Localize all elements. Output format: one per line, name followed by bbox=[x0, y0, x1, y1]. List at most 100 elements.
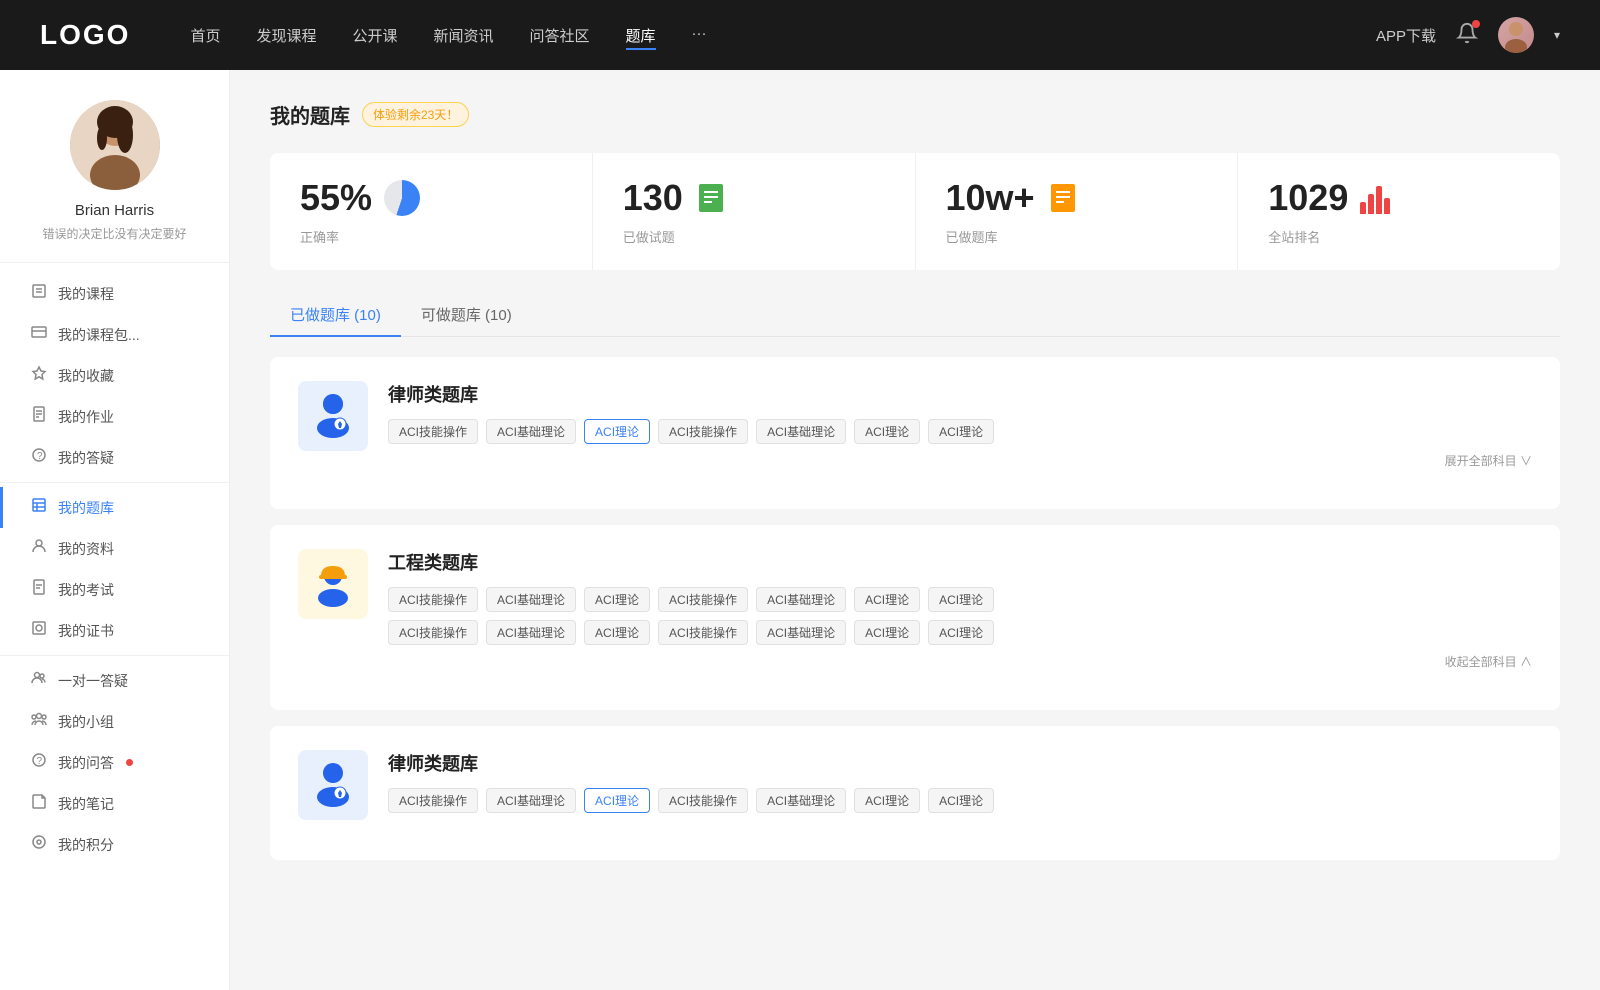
sidebar-item-certificate[interactable]: 我的证书 bbox=[0, 610, 229, 651]
qbank-card-1-body: 律师类题库 ACI技能操作 ACI基础理论 ACI理论 ACI技能操作 ACI基… bbox=[388, 381, 1532, 469]
tag-2-7[interactable]: ACI理论 bbox=[928, 587, 994, 612]
tag-3-2[interactable]: ACI基础理论 bbox=[486, 788, 576, 813]
tag-2-1[interactable]: ACI技能操作 bbox=[388, 587, 478, 612]
homework-icon bbox=[30, 406, 48, 427]
nav-qa[interactable]: 问答社区 bbox=[530, 21, 590, 50]
tag-1-2[interactable]: ACI基础理论 bbox=[486, 419, 576, 444]
qbank-card-1-icon bbox=[298, 381, 368, 451]
bar-chart-icon bbox=[1360, 182, 1390, 214]
tag-2-14[interactable]: ACI理论 bbox=[928, 620, 994, 645]
qbank-tabs: 已做题库 (10) 可做题库 (10) bbox=[270, 294, 1560, 337]
sidebar-qbank-label: 我的题库 bbox=[58, 498, 114, 518]
stat-questions-done: 130 已做试题 bbox=[593, 153, 916, 270]
qa-icon: ? bbox=[30, 447, 48, 468]
lawyer-person-icon-2 bbox=[307, 759, 359, 811]
sidebar-motto: 错误的决定比没有决定要好 bbox=[20, 225, 209, 242]
sidebar-item-course-package[interactable]: 我的课程包... bbox=[0, 314, 229, 355]
tab-available[interactable]: 可做题库 (10) bbox=[401, 294, 532, 337]
sidebar-points-label: 我的积分 bbox=[58, 835, 114, 855]
notification-bell[interactable] bbox=[1456, 22, 1478, 48]
tag-3-5[interactable]: ACI基础理论 bbox=[756, 788, 846, 813]
tag-2-3[interactable]: ACI理论 bbox=[584, 587, 650, 612]
sidebar-item-homework[interactable]: 我的作业 bbox=[0, 396, 229, 437]
tag-1-7[interactable]: ACI理论 bbox=[928, 419, 994, 444]
tag-2-2[interactable]: ACI基础理论 bbox=[486, 587, 576, 612]
qbank-card-2-tags-row1: ACI技能操作 ACI基础理论 ACI理论 ACI技能操作 ACI基础理论 AC… bbox=[388, 587, 1532, 612]
tag-2-6[interactable]: ACI理论 bbox=[854, 587, 920, 612]
sidebar-profile: Brian Harris 错误的决定比没有决定要好 bbox=[0, 100, 229, 263]
sidebar-item-groups[interactable]: 我的小组 bbox=[0, 701, 229, 742]
tag-2-11[interactable]: ACI技能操作 bbox=[658, 620, 748, 645]
sidebar-profile-label: 我的资料 bbox=[58, 539, 114, 559]
tag-3-7[interactable]: ACI理论 bbox=[928, 788, 994, 813]
sidebar-item-favorites[interactable]: 我的收藏 bbox=[0, 355, 229, 396]
notes-green-icon bbox=[695, 182, 727, 214]
sidebar-groups-label: 我的小组 bbox=[58, 712, 114, 732]
qbank-card-lawyer-2: 律师类题库 ACI技能操作 ACI基础理论 ACI理论 ACI技能操作 ACI基… bbox=[270, 726, 1560, 860]
tag-1-1[interactable]: ACI技能操作 bbox=[388, 419, 478, 444]
logo[interactable]: LOGO bbox=[40, 19, 130, 51]
tag-3-3[interactable]: ACI理论 bbox=[584, 788, 650, 813]
tag-2-13[interactable]: ACI理论 bbox=[854, 620, 920, 645]
sidebar-my-qa-label: 我的问答 bbox=[58, 753, 114, 773]
my-qa-badge bbox=[126, 759, 133, 766]
tag-2-9[interactable]: ACI基础理论 bbox=[486, 620, 576, 645]
sidebar-item-profile[interactable]: 我的资料 bbox=[0, 528, 229, 569]
stat-questions-label: 已做试题 bbox=[623, 227, 885, 246]
sidebar-item-qa[interactable]: ? 我的答疑 bbox=[0, 437, 229, 478]
collapse-btn-2[interactable]: 收起全部科目 ∧ bbox=[388, 653, 1532, 670]
stat-banks-done: 10w+ 已做题库 bbox=[916, 153, 1239, 270]
tag-2-4[interactable]: ACI技能操作 bbox=[658, 587, 748, 612]
tag-1-6[interactable]: ACI理论 bbox=[854, 419, 920, 444]
tag-2-12[interactable]: ACI基础理论 bbox=[756, 620, 846, 645]
sidebar-item-1on1[interactable]: 一对一答疑 bbox=[0, 660, 229, 701]
nav-discover[interactable]: 发现课程 bbox=[256, 21, 316, 50]
qbank-card-1-title: 律师类题库 bbox=[388, 381, 1532, 407]
tag-2-10[interactable]: ACI理论 bbox=[584, 620, 650, 645]
qbank-card-lawyer-1: 律师类题库 ACI技能操作 ACI基础理论 ACI理论 ACI技能操作 ACI基… bbox=[270, 357, 1560, 509]
page-title: 我的题库 bbox=[270, 100, 350, 129]
tab-done[interactable]: 已做题库 (10) bbox=[270, 294, 401, 337]
qbank-card-1-tags: ACI技能操作 ACI基础理论 ACI理论 ACI技能操作 ACI基础理论 AC… bbox=[388, 419, 1532, 444]
qbank-card-3-icon bbox=[298, 750, 368, 820]
tag-3-4[interactable]: ACI技能操作 bbox=[658, 788, 748, 813]
qbank-card-2-body: 工程类题库 ACI技能操作 ACI基础理论 ACI理论 ACI技能操作 ACI基… bbox=[388, 549, 1532, 670]
sidebar-my-courses-label: 我的课程 bbox=[58, 284, 114, 304]
nav-open-course[interactable]: 公开课 bbox=[352, 21, 397, 50]
sidebar-item-exam[interactable]: 我的考试 bbox=[0, 569, 229, 610]
nav-qbank[interactable]: 题库 bbox=[626, 21, 656, 50]
sidebar-avatar bbox=[70, 100, 160, 190]
nav-home[interactable]: 首页 bbox=[190, 21, 220, 50]
qbank-card-2-tags-row2: ACI技能操作 ACI基础理论 ACI理论 ACI技能操作 ACI基础理论 AC… bbox=[388, 620, 1532, 645]
nav-more[interactable]: ··· bbox=[692, 21, 707, 50]
lawyer-person-icon bbox=[307, 390, 359, 442]
app-download-link[interactable]: APP下载 bbox=[1376, 25, 1436, 46]
qbank-card-1-header: 律师类题库 ACI技能操作 ACI基础理论 ACI理论 ACI技能操作 ACI基… bbox=[298, 381, 1532, 469]
sidebar: Brian Harris 错误的决定比没有决定要好 我的课程 我的课程包... bbox=[0, 70, 230, 990]
sidebar-item-my-courses[interactable]: 我的课程 bbox=[0, 273, 229, 314]
stat-ranking-label: 全站排名 bbox=[1268, 227, 1530, 246]
expand-btn-1[interactable]: 展开全部科目 ∨ bbox=[388, 452, 1532, 469]
page-header: 我的题库 体验剩余23天！ bbox=[270, 100, 1560, 129]
sidebar-item-my-qa[interactable]: ? 我的问答 bbox=[0, 742, 229, 783]
nav-news[interactable]: 新闻资讯 bbox=[434, 21, 494, 50]
sidebar-item-notes[interactable]: 我的笔记 bbox=[0, 783, 229, 824]
tag-1-3[interactable]: ACI理论 bbox=[584, 419, 650, 444]
pie-chart-icon bbox=[384, 180, 420, 216]
tag-2-5[interactable]: ACI基础理论 bbox=[756, 587, 846, 612]
sidebar-divider-1 bbox=[0, 482, 229, 483]
user-avatar[interactable] bbox=[1498, 17, 1534, 53]
sidebar-item-qbank[interactable]: 我的题库 bbox=[0, 487, 229, 528]
sidebar-item-points[interactable]: 我的积分 bbox=[0, 824, 229, 865]
tag-3-6[interactable]: ACI理论 bbox=[854, 788, 920, 813]
tag-2-8[interactable]: ACI技能操作 bbox=[388, 620, 478, 645]
tag-1-5[interactable]: ACI基础理论 bbox=[756, 419, 846, 444]
favorites-icon bbox=[30, 365, 48, 386]
stat-ranking-value: 1029 bbox=[1268, 177, 1348, 219]
tag-1-4[interactable]: ACI技能操作 bbox=[658, 419, 748, 444]
sidebar-homework-label: 我的作业 bbox=[58, 407, 114, 427]
navbar: LOGO 首页 发现课程 公开课 新闻资讯 问答社区 题库 ··· APP下载 … bbox=[0, 0, 1600, 70]
tag-3-1[interactable]: ACI技能操作 bbox=[388, 788, 478, 813]
sidebar-course-package-label: 我的课程包... bbox=[58, 325, 140, 345]
user-chevron[interactable]: ▾ bbox=[1554, 28, 1560, 42]
